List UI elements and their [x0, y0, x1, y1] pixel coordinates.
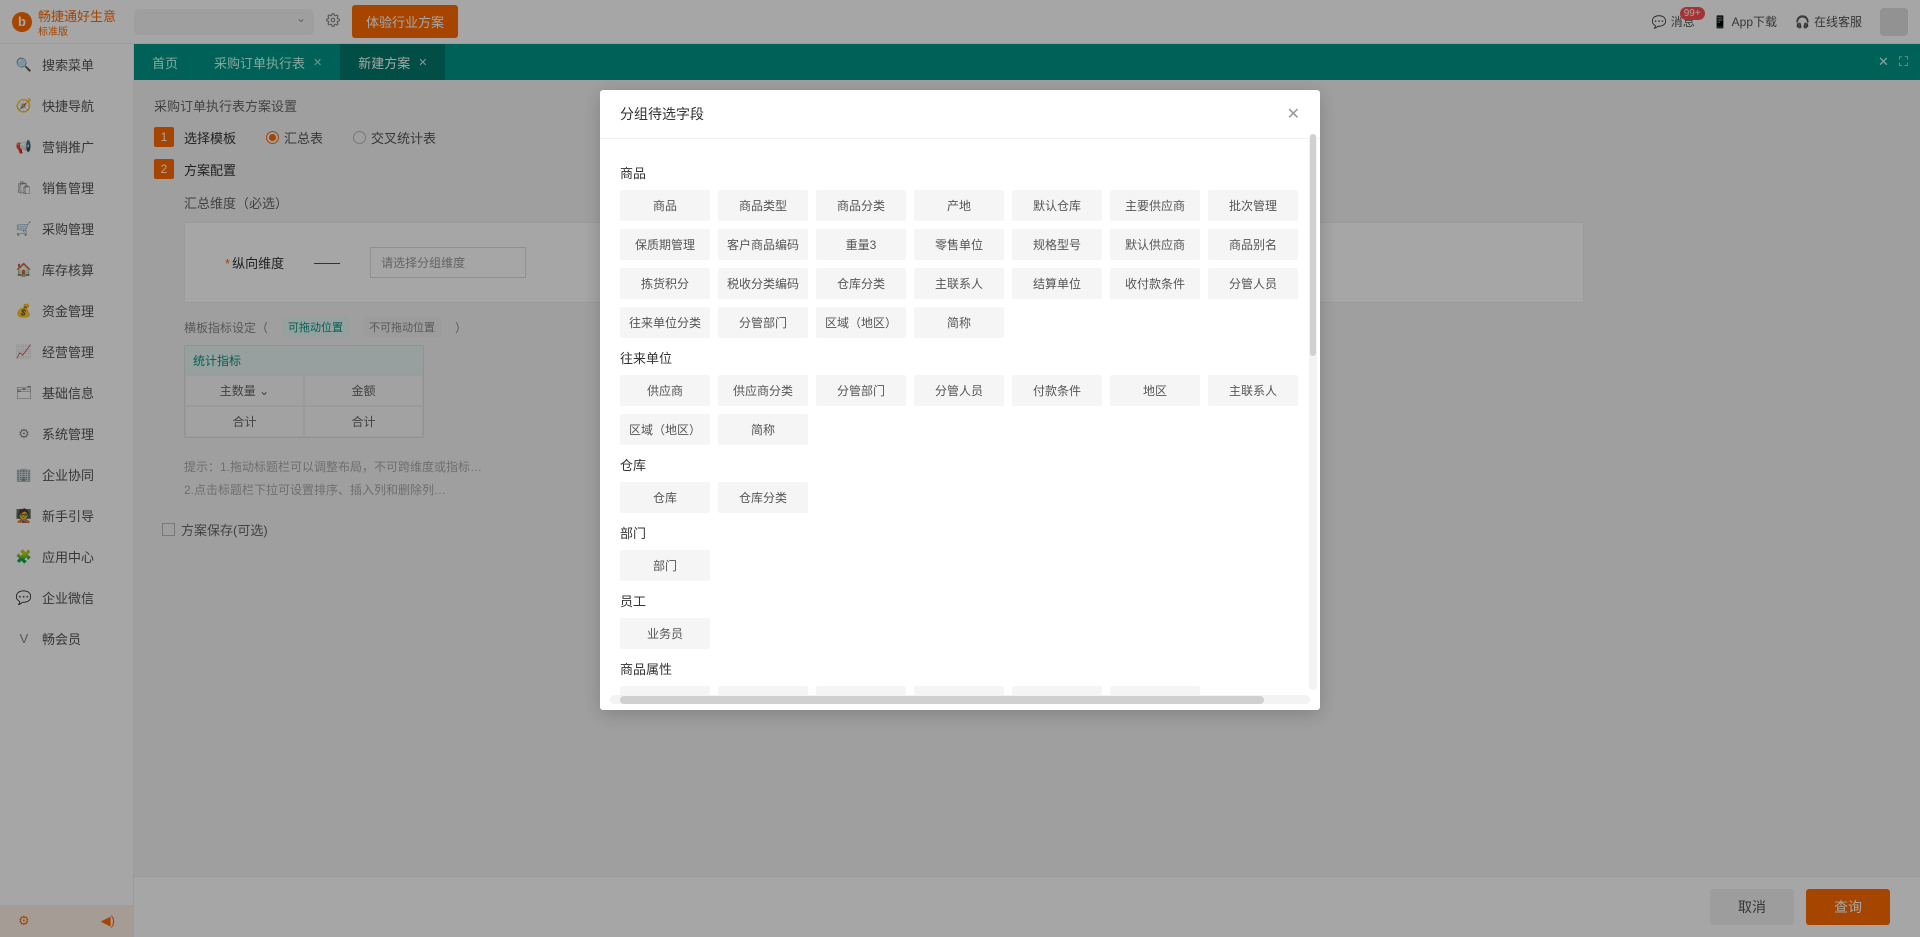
field-tag[interactable]: 结算单位 [1012, 268, 1102, 299]
field-picker-modal: 分组待选字段 ✕ 商品商品商品类型商品分类产地默认仓库主要供应商批次管理保质期管… [600, 90, 1320, 710]
field-tag[interactable]: 商品分类 [816, 190, 906, 221]
field-tag[interactable]: 产地 [914, 190, 1004, 221]
field-tag[interactable]: 鞋码 [1012, 686, 1102, 695]
section-title: 部门 [620, 523, 1300, 542]
field-tag[interactable]: 商品类型 [718, 190, 808, 221]
field-tag[interactable]: 往来单位分类 [620, 307, 710, 338]
field-tag[interactable]: 地区 [1110, 375, 1200, 406]
field-tag[interactable]: 主联系人 [914, 268, 1004, 299]
field-tag[interactable]: 仓库 [620, 482, 710, 513]
field-tag[interactable]: 客户商品编码 [718, 229, 808, 260]
field-tag[interactable]: 尺码 [914, 686, 1004, 695]
field-tag[interactable]: 拣货积分 [620, 268, 710, 299]
field-tag[interactable]: 零售单位 [914, 229, 1004, 260]
scrollbar-v[interactable] [1309, 134, 1317, 690]
field-tag[interactable]: 收付款条件 [1110, 268, 1200, 299]
section-title: 商品属性 [620, 659, 1300, 678]
close-icon[interactable]: ✕ [1287, 104, 1300, 124]
scrollbar-h[interactable] [610, 695, 1310, 704]
field-tag[interactable]: 供应商 [620, 375, 710, 406]
field-tag[interactable]: 颜色 [718, 686, 808, 695]
field-tag[interactable]: 分管人员 [1208, 268, 1298, 299]
section-title: 商品 [620, 163, 1300, 182]
field-tag[interactable]: 保质期管理 [620, 229, 710, 260]
field-tag[interactable]: 供应商分类 [718, 375, 808, 406]
section-title: 往来单位 [620, 348, 1300, 367]
field-tag[interactable]: 批次管理 [1208, 190, 1298, 221]
field-tag[interactable]: 税收分类编码 [718, 268, 808, 299]
section-title: 员工 [620, 591, 1300, 610]
field-tag[interactable]: 区域（地区） [620, 414, 710, 445]
field-tag[interactable]: 商品 [620, 190, 710, 221]
field-tag[interactable]: 主要供应商 [1110, 190, 1200, 221]
field-tag[interactable]: 区域（地区） [816, 307, 906, 338]
field-tag[interactable]: 简称 [718, 414, 808, 445]
field-tag[interactable]: 商品别名 [1208, 229, 1298, 260]
field-tag[interactable]: 1 [1110, 686, 1200, 695]
field-tag[interactable]: 重量3 [816, 229, 906, 260]
field-tag[interactable]: 仓库分类 [816, 268, 906, 299]
field-tag[interactable]: 部门 [620, 550, 710, 581]
field-tag[interactable]: 分管人员 [914, 375, 1004, 406]
field-tag[interactable]: 默认供应商 [1110, 229, 1200, 260]
field-tag[interactable]: 付款条件 [1012, 375, 1102, 406]
field-tag[interactable]: 仓库分类 [718, 482, 808, 513]
field-tag[interactable]: 属性 [620, 686, 710, 695]
modal-title: 分组待选字段 [620, 104, 704, 124]
field-tag[interactable]: 默认仓库 [1012, 190, 1102, 221]
field-tag[interactable]: 分管部门 [816, 375, 906, 406]
field-tag[interactable]: 分管部门 [718, 307, 808, 338]
field-tag[interactable]: 简称 [914, 307, 1004, 338]
modal-overlay[interactable]: 分组待选字段 ✕ 商品商品商品类型商品分类产地默认仓库主要供应商批次管理保质期管… [0, 0, 1920, 937]
field-tag[interactable]: 主联系人 [1208, 375, 1298, 406]
field-tag[interactable]: 业务员 [620, 618, 710, 649]
field-tag[interactable]: 多规格 [816, 686, 906, 695]
section-title: 仓库 [620, 455, 1300, 474]
field-tag[interactable]: 规格型号 [1012, 229, 1102, 260]
